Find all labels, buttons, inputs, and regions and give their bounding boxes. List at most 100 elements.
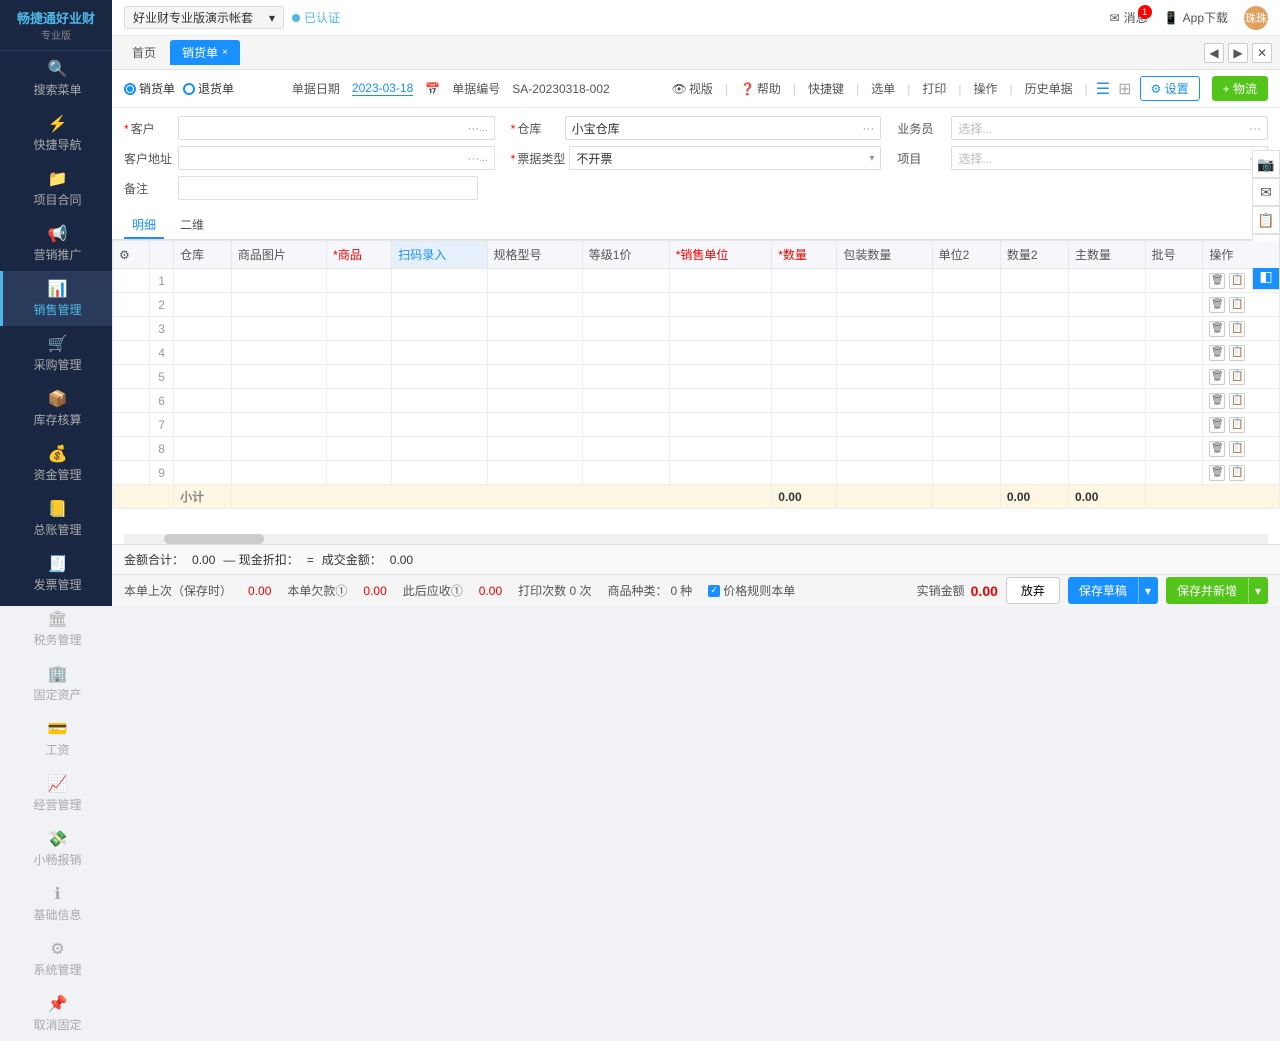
row-barcode[interactable] [392,413,487,437]
tab-prev-btn[interactable]: ◀ [1204,43,1224,63]
row-copy-btn[interactable]: 📋 [1229,369,1245,385]
row-delete-btn[interactable]: 🗑 [1209,321,1225,337]
sidebar-item-7[interactable]: 💰资金管理 [0,436,112,491]
right-tool-3[interactable]: 📋 [1252,206,1280,234]
row-main-qty[interactable] [1069,317,1146,341]
row-main-qty[interactable] [1069,389,1146,413]
history-btn[interactable]: 历史单据 [1021,78,1077,99]
sidebar-item-3[interactable]: 📢营销推广 [0,216,112,271]
row-price1[interactable] [582,341,669,365]
radio-return-order[interactable]: 退货单 [183,80,234,97]
row-main-qty[interactable] [1069,365,1146,389]
row-main-qty[interactable] [1069,461,1146,485]
tab-erwei[interactable]: 二维 [172,212,212,239]
row-batch[interactable] [1145,437,1203,461]
col-settings-header[interactable]: ⚙ [113,241,150,269]
row-batch[interactable] [1145,341,1203,365]
print-btn[interactable]: 打印 [918,78,950,99]
row-batch[interactable] [1145,413,1203,437]
row-product[interactable] [327,389,392,413]
row-qty[interactable] [772,413,837,437]
radio-sale-order[interactable]: 销货单 [124,80,175,97]
row-product[interactable] [327,461,392,485]
row-warehouse[interactable] [174,317,232,341]
row-warehouse[interactable] [174,341,232,365]
row-product-img[interactable] [231,413,326,437]
row-main-qty[interactable] [1069,341,1146,365]
row-delete-btn[interactable]: 🗑 [1209,345,1225,361]
row-spec[interactable] [487,437,582,461]
goods-button[interactable]: + 物流 [1212,76,1268,101]
row-pack-qty[interactable] [837,365,932,389]
sidebar-item-5[interactable]: 🛒采购管理 [0,326,112,381]
row-qty2[interactable] [1000,317,1068,341]
row-product-img[interactable] [231,461,326,485]
row-pack-qty[interactable] [837,461,932,485]
invoice-select[interactable]: 不开票 ▾ [569,146,881,170]
row-qty[interactable] [772,461,837,485]
address-input[interactable]: ··· [178,146,495,170]
row-unit2[interactable] [932,269,1000,293]
discard-button[interactable]: 放弃 [1006,577,1060,604]
row-unit[interactable] [669,317,772,341]
row-delete-btn[interactable]: 🗑 [1209,273,1225,289]
row-product[interactable] [327,413,392,437]
row-price1[interactable] [582,413,669,437]
row-product[interactable] [327,341,392,365]
sidebar-item-9[interactable]: 🧾发票管理 [0,546,112,601]
row-qty2[interactable] [1000,413,1068,437]
sidebar-item-0[interactable]: 🔍搜索菜单 [0,51,112,106]
row-warehouse[interactable] [174,293,232,317]
date-value[interactable]: 2023-03-18 [352,81,413,96]
row-delete-btn[interactable]: 🗑 [1209,369,1225,385]
sidebar-item-11[interactable]: 🏢固定资产 [0,656,112,711]
shortcut-btn[interactable]: 快捷键 [804,78,848,99]
row-unit2[interactable] [932,341,1000,365]
sidebar-item-14[interactable]: 💸小畅报销 [0,821,112,876]
row-unit[interactable] [669,293,772,317]
row-copy-btn[interactable]: 📋 [1229,441,1245,457]
row-qty[interactable] [772,269,837,293]
row-spec[interactable] [487,293,582,317]
list-view-icon[interactable]: ☰ [1096,79,1110,99]
row-product[interactable] [327,269,392,293]
row-price1[interactable] [582,269,669,293]
row-barcode[interactable] [392,317,487,341]
calendar-icon[interactable]: 📅 [425,82,440,96]
row-qty[interactable] [772,341,837,365]
row-barcode[interactable] [392,365,487,389]
warehouse-input[interactable]: 小宝仓库 ··· [565,116,882,140]
row-barcode[interactable] [392,461,487,485]
messages-button[interactable]: ✉ 消息 1 [1110,9,1148,26]
sidebar-item-16[interactable]: ⚙系统管理 [0,931,112,986]
row-unit2[interactable] [932,389,1000,413]
row-spec[interactable] [487,317,582,341]
row-unit[interactable] [669,365,772,389]
row-copy-btn[interactable]: 📋 [1229,297,1245,313]
row-copy-btn[interactable]: 📋 [1229,393,1245,409]
tab-home[interactable]: 首页 [120,40,168,65]
select-btn[interactable]: 选单 [867,78,899,99]
horizontal-scrollbar[interactable] [124,534,1268,544]
sidebar-item-15[interactable]: ℹ基础信息 [0,876,112,931]
tab-close-all-btn[interactable]: ✕ [1252,43,1272,63]
row-spec[interactable] [487,269,582,293]
row-product[interactable] [327,317,392,341]
row-product[interactable] [327,365,392,389]
sidebar-item-6[interactable]: 📦库存核算 [0,381,112,436]
row-product[interactable] [327,293,392,317]
view-btn[interactable]: 👁 视版 [668,78,717,99]
operate-btn[interactable]: 操作 [969,78,1001,99]
row-unit[interactable] [669,413,772,437]
row-product[interactable] [327,437,392,461]
sidebar-item-2[interactable]: 📁项目合同 [0,161,112,216]
sidebar-item-13[interactable]: 📈经营管理 [0,766,112,821]
sidebar-item-4[interactable]: 📊销售管理 [0,271,112,326]
price-policy-check[interactable]: ✓ 价格规则本单 [708,582,795,599]
row-product-img[interactable] [231,341,326,365]
row-qty2[interactable] [1000,293,1068,317]
app-download-button[interactable]: 📱 App下载 [1164,9,1228,26]
row-main-qty[interactable] [1069,437,1146,461]
sidebar-item-1[interactable]: ⚡快捷导航 [0,106,112,161]
row-warehouse[interactable] [174,413,232,437]
